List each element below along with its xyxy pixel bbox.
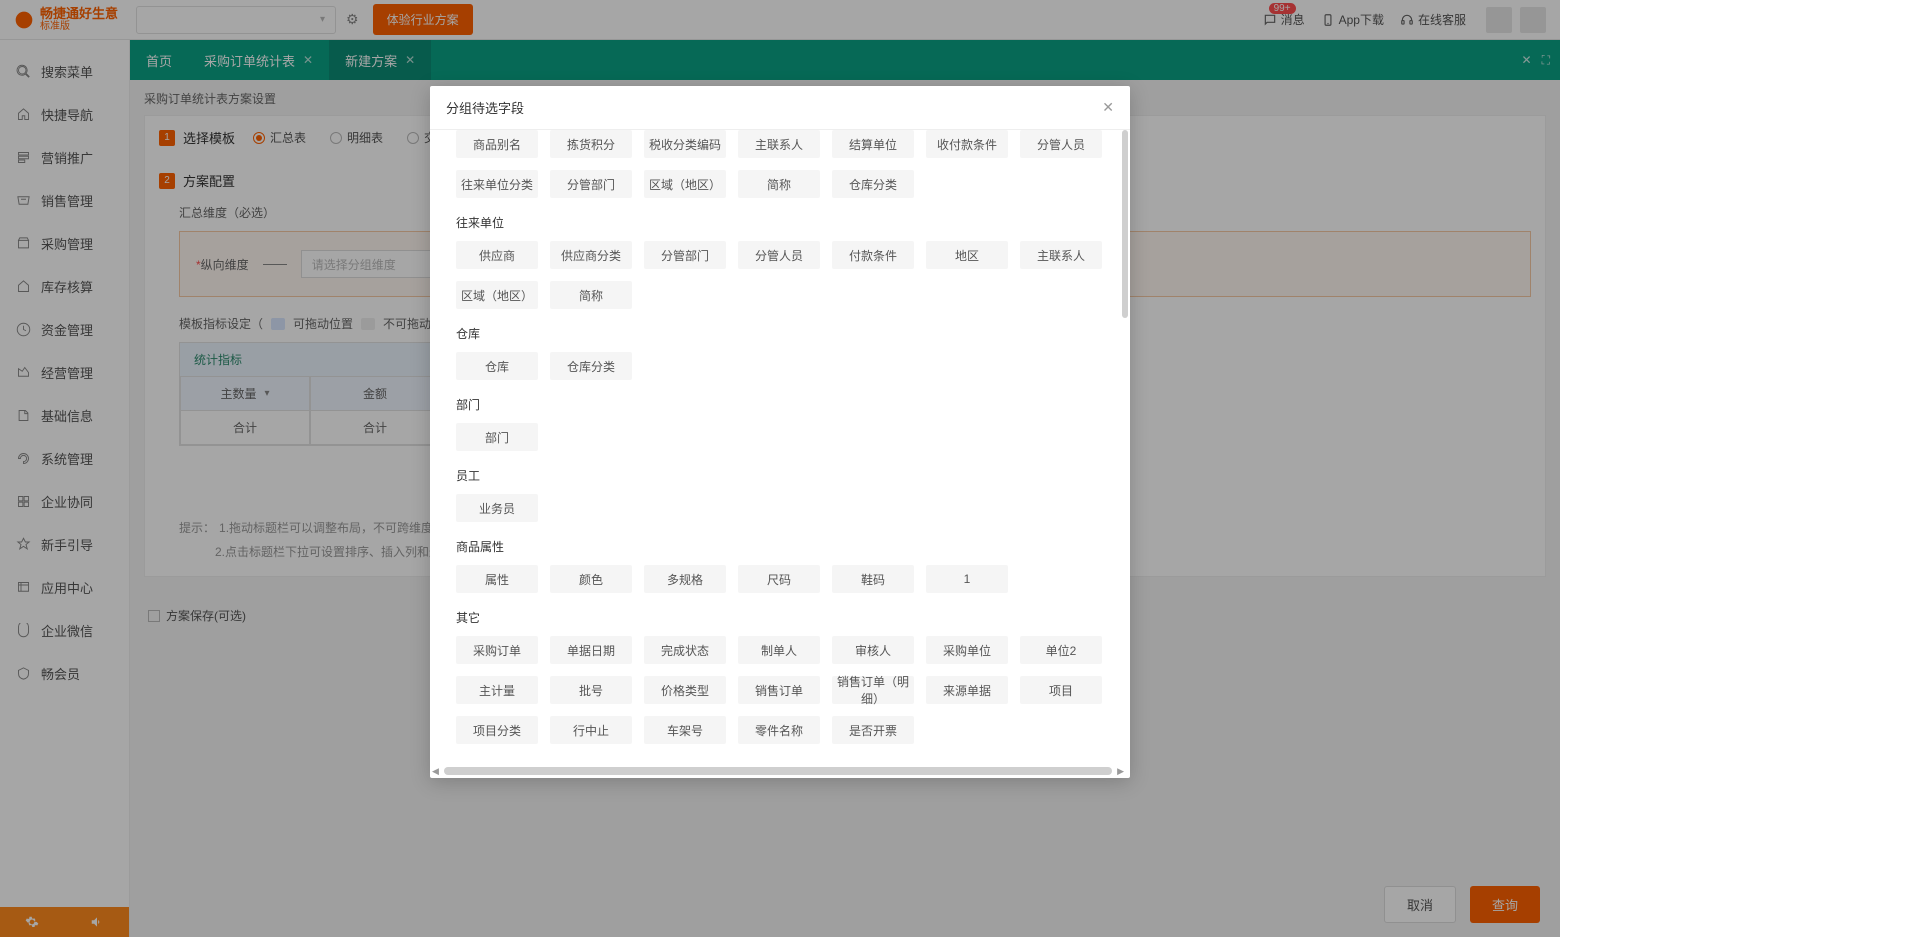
field-chip[interactable]: 零件名称 <box>738 716 820 744</box>
chip-row: 商品别名拣货积分税收分类编码主联系人结算单位收付款条件分管人员 <box>456 130 1118 158</box>
modal-scrollbar-x[interactable]: ◀ ▶ <box>430 766 1126 776</box>
field-chip[interactable]: 属性 <box>456 565 538 593</box>
modal-overlay[interactable]: 分组待选字段 ✕ 商品别名拣货积分税收分类编码主联系人结算单位收付款条件分管人员… <box>0 0 1560 937</box>
chip-row: 仓库仓库分类 <box>456 352 1118 380</box>
field-chip[interactable]: 来源单据 <box>926 676 1008 704</box>
modal-head: 分组待选字段 ✕ <box>430 86 1130 130</box>
field-chip[interactable]: 采购订单 <box>456 636 538 664</box>
field-chip[interactable]: 区域（地区） <box>644 170 726 198</box>
chip-row: 属性颜色多规格尺码鞋码 1 <box>456 565 1118 593</box>
field-chip[interactable]: 价格类型 <box>644 676 726 704</box>
field-chip[interactable]: 供应商分类 <box>550 241 632 269</box>
chip-row: 采购订单单据日期完成状态制单人审核人采购单位单位2 <box>456 636 1118 664</box>
field-chip[interactable]: 采购单位 <box>926 636 1008 664</box>
scroll-right-icon[interactable]: ▶ <box>1117 766 1124 777</box>
field-chip[interactable]: 行中止 <box>550 716 632 744</box>
field-chip[interactable]: 颜色 <box>550 565 632 593</box>
scroll-left-icon[interactable]: ◀ <box>432 766 439 777</box>
modal-body: 商品别名拣货积分税收分类编码主联系人结算单位收付款条件分管人员往来单位分类分管部… <box>430 130 1130 758</box>
group-title: 商品属性 <box>456 538 1118 555</box>
field-chip[interactable]: 收付款条件 <box>926 130 1008 158</box>
field-chip[interactable]: 项目 <box>1020 676 1102 704</box>
field-chip[interactable]: 单据日期 <box>550 636 632 664</box>
chip-row: 业务员 <box>456 494 1118 522</box>
field-chip[interactable]: 是否开票 <box>832 716 914 744</box>
field-chip[interactable]: 分管部门 <box>644 241 726 269</box>
chip-row: 主计量批号价格类型销售订单销售订单（明细） 来源单据项目 <box>456 676 1118 704</box>
field-chip[interactable]: 销售订单（明细） <box>832 676 914 704</box>
group-title: 员工 <box>456 467 1118 484</box>
field-chip[interactable]: 结算单位 <box>832 130 914 158</box>
field-chip[interactable]: 尺码 <box>738 565 820 593</box>
chip-row: 区域（地区） 简称 <box>456 281 1118 309</box>
field-chip[interactable]: 项目分类 <box>456 716 538 744</box>
group-title: 仓库 <box>456 325 1118 342</box>
chip-row: 部门 <box>456 423 1118 451</box>
field-chip[interactable]: 供应商 <box>456 241 538 269</box>
field-chip[interactable]: 地区 <box>926 241 1008 269</box>
group-title: 其它 <box>456 609 1118 626</box>
field-chip[interactable]: 主联系人 <box>1020 241 1102 269</box>
field-chip[interactable]: 拣货积分 <box>550 130 632 158</box>
field-chip[interactable]: 仓库 <box>456 352 538 380</box>
field-chip[interactable]: 分管人员 <box>1020 130 1102 158</box>
field-chip[interactable]: 区域（地区） <box>456 281 538 309</box>
field-chip[interactable]: 仓库分类 <box>832 170 914 198</box>
field-chip[interactable]: 仓库分类 <box>550 352 632 380</box>
field-chip[interactable]: 分管人员 <box>738 241 820 269</box>
field-chip[interactable]: 制单人 <box>738 636 820 664</box>
field-chip[interactable]: 批号 <box>550 676 632 704</box>
field-chip[interactable]: 单位2 <box>1020 636 1102 664</box>
field-chip[interactable]: 车架号 <box>644 716 726 744</box>
field-chip[interactable]: 税收分类编码 <box>644 130 726 158</box>
field-chip[interactable]: 分管部门 <box>550 170 632 198</box>
field-chip[interactable]: 多规格 <box>644 565 726 593</box>
modal-title: 分组待选字段 <box>446 98 524 117</box>
field-chip[interactable]: 商品别名 <box>456 130 538 158</box>
field-chip[interactable]: 业务员 <box>456 494 538 522</box>
field-chip[interactable]: 付款条件 <box>832 241 914 269</box>
group-title: 部门 <box>456 396 1118 413</box>
chip-row: 项目分类行中止车架号零件名称是否开票 <box>456 716 1118 744</box>
field-chip[interactable]: 销售订单 <box>738 676 820 704</box>
field-chip[interactable]: 完成状态 <box>644 636 726 664</box>
modal-scrollbar-y[interactable] <box>1122 130 1128 758</box>
chip-row: 往来单位分类分管部门区域（地区） 简称仓库分类 <box>456 170 1118 198</box>
chip-row: 供应商供应商分类分管部门分管人员付款条件地区主联系人 <box>456 241 1118 269</box>
field-chip[interactable]: 简称 <box>550 281 632 309</box>
field-modal: 分组待选字段 ✕ 商品别名拣货积分税收分类编码主联系人结算单位收付款条件分管人员… <box>430 86 1130 778</box>
close-icon[interactable]: ✕ <box>1102 99 1114 116</box>
group-title: 往来单位 <box>456 214 1118 231</box>
field-chip[interactable]: 审核人 <box>832 636 914 664</box>
field-chip[interactable]: 主联系人 <box>738 130 820 158</box>
field-chip[interactable]: 往来单位分类 <box>456 170 538 198</box>
field-chip[interactable]: 简称 <box>738 170 820 198</box>
field-chip[interactable]: 鞋码 <box>832 565 914 593</box>
field-chip[interactable]: 部门 <box>456 423 538 451</box>
field-chip[interactable]: 主计量 <box>456 676 538 704</box>
field-chip[interactable]: 1 <box>926 565 1008 593</box>
